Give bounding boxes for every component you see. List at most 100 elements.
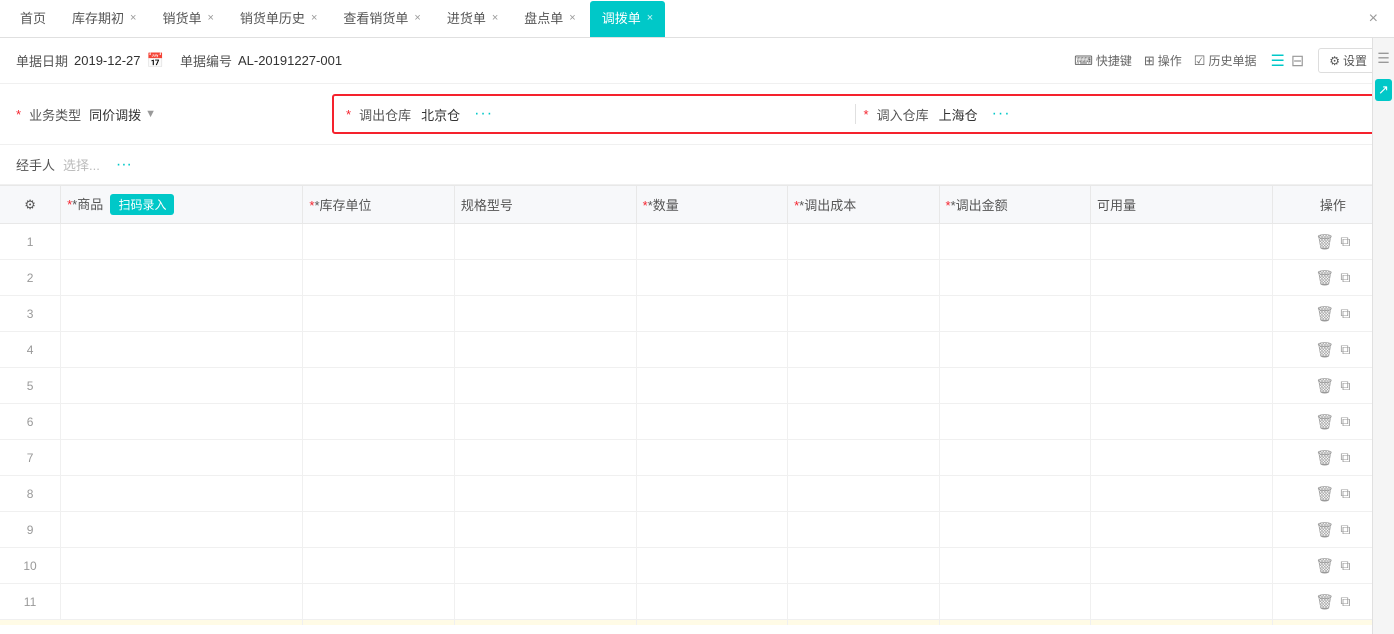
row-amount[interactable] (939, 584, 1090, 620)
row-copy-icon[interactable]: ⧉ (1340, 413, 1350, 431)
row-copy-icon[interactable]: ⧉ (1340, 305, 1350, 323)
tab-purchase[interactable]: 进货单 × (435, 1, 510, 37)
tab-inventory-init-close[interactable]: × (130, 12, 136, 24)
row-cost[interactable] (788, 584, 939, 620)
row-copy-icon[interactable]: ⧉ (1340, 521, 1350, 539)
row-copy-icon[interactable]: ⧉ (1340, 269, 1350, 287)
row-delete-icon[interactable]: 🗑 (1315, 305, 1334, 323)
row-delete-icon[interactable]: 🗑 (1315, 485, 1334, 503)
row-qty[interactable] (636, 368, 787, 404)
shortcut-button[interactable]: ⌨ 快捷键 (1074, 52, 1132, 69)
tab-sales-order-close[interactable]: × (207, 12, 213, 24)
scan-button[interactable]: 扫码录入 (110, 194, 174, 215)
tab-sales-history[interactable]: 销货单历史 × (228, 1, 329, 37)
row-amount[interactable] (939, 548, 1090, 584)
row-delete-icon[interactable]: 🗑 (1315, 341, 1334, 359)
row-qty[interactable] (636, 224, 787, 260)
tab-home[interactable]: 首页 (8, 1, 58, 37)
row-copy-icon[interactable]: ⧉ (1340, 377, 1350, 395)
tab-inventory-check-close[interactable]: × (569, 12, 575, 24)
layout-list-icon[interactable]: ☰ (1268, 51, 1286, 71)
operation-button[interactable]: ⊞ 操作 (1144, 52, 1182, 69)
row-amount[interactable] (939, 512, 1090, 548)
row-product[interactable] (61, 584, 303, 620)
row-cost[interactable] (788, 440, 939, 476)
tab-inventory-check[interactable]: 盘点单 × (512, 1, 587, 37)
layout-grid-icon[interactable]: ⊟ (1289, 51, 1306, 71)
row-qty[interactable] (636, 260, 787, 296)
tab-inventory-init[interactable]: 库存期初 × (60, 1, 148, 37)
row-cost[interactable] (788, 548, 939, 584)
row-qty[interactable] (636, 404, 787, 440)
tab-sales-order[interactable]: 销货单 × (150, 1, 225, 37)
person-more-icon[interactable]: ··· (116, 156, 132, 174)
sidebar-export-icon[interactable]: ↗ (1375, 79, 1392, 101)
row-amount[interactable] (939, 296, 1090, 332)
tab-view-sales[interactable]: 查看销货单 × (331, 1, 432, 37)
row-copy-icon[interactable]: ⧉ (1340, 341, 1350, 359)
row-product[interactable] (61, 296, 303, 332)
history-button[interactable]: ☑ 历史单据 (1194, 52, 1257, 69)
row-qty[interactable] (636, 512, 787, 548)
row-cost[interactable] (788, 260, 939, 296)
table-header-gear[interactable]: ⚙ (0, 186, 61, 224)
calendar-icon[interactable]: 📅 (147, 52, 164, 69)
transfer-out-more-icon[interactable]: ··· (466, 105, 501, 123)
row-copy-icon[interactable]: ⧉ (1340, 233, 1350, 251)
row-qty[interactable] (636, 332, 787, 368)
row-cost[interactable] (788, 368, 939, 404)
row-product[interactable] (61, 224, 303, 260)
row-product[interactable] (61, 404, 303, 440)
row-product[interactable] (61, 332, 303, 368)
row-delete-icon[interactable]: 🗑 (1315, 269, 1334, 287)
row-qty[interactable] (636, 296, 787, 332)
sidebar-list-icon[interactable]: ☰ (1373, 46, 1394, 71)
setting-button[interactable]: ⚙ 设置 (1318, 48, 1378, 73)
row-cost[interactable] (788, 296, 939, 332)
row-available (1090, 404, 1272, 440)
row-amount[interactable] (939, 332, 1090, 368)
row-product[interactable] (61, 440, 303, 476)
row-delete-icon[interactable]: 🗑 (1315, 233, 1334, 251)
row-cost[interactable] (788, 332, 939, 368)
row-delete-icon[interactable]: 🗑 (1315, 377, 1334, 395)
row-product[interactable] (61, 548, 303, 584)
row-qty[interactable] (636, 548, 787, 584)
row-product[interactable] (61, 260, 303, 296)
row-copy-icon[interactable]: ⧉ (1340, 449, 1350, 467)
business-type-dropdown-icon: ▼ (145, 108, 156, 120)
row-product[interactable] (61, 512, 303, 548)
row-amount[interactable] (939, 260, 1090, 296)
row-delete-icon[interactable]: 🗑 (1315, 521, 1334, 539)
row-cost[interactable] (788, 476, 939, 512)
row-delete-icon[interactable]: 🗑 (1315, 593, 1334, 611)
tab-sales-history-close[interactable]: × (311, 12, 317, 24)
person-select[interactable]: 选择... (63, 155, 100, 174)
row-amount[interactable] (939, 368, 1090, 404)
row-amount[interactable] (939, 224, 1090, 260)
row-copy-icon[interactable]: ⧉ (1340, 485, 1350, 503)
row-amount[interactable] (939, 440, 1090, 476)
tab-view-sales-close[interactable]: × (414, 12, 420, 24)
row-delete-icon[interactable]: 🗑 (1315, 413, 1334, 431)
row-delete-icon[interactable]: 🗑 (1315, 557, 1334, 575)
close-all-button[interactable]: × (1361, 10, 1386, 28)
row-delete-icon[interactable]: 🗑 (1315, 449, 1334, 467)
row-qty[interactable] (636, 476, 787, 512)
tab-purchase-close[interactable]: × (492, 12, 498, 24)
tab-transfer[interactable]: 调拨单 × (590, 1, 665, 37)
business-type-select[interactable]: 同价调拨 ▼ (89, 105, 156, 124)
row-cost[interactable] (788, 224, 939, 260)
row-amount[interactable] (939, 476, 1090, 512)
row-copy-icon[interactable]: ⧉ (1340, 593, 1350, 611)
row-qty[interactable] (636, 440, 787, 476)
row-cost[interactable] (788, 404, 939, 440)
tab-transfer-close[interactable]: × (647, 12, 653, 24)
row-product[interactable] (61, 476, 303, 512)
row-product[interactable] (61, 368, 303, 404)
row-qty[interactable] (636, 584, 787, 620)
row-amount[interactable] (939, 404, 1090, 440)
row-copy-icon[interactable]: ⧉ (1340, 557, 1350, 575)
row-cost[interactable] (788, 512, 939, 548)
transfer-in-more-icon[interactable]: ··· (984, 105, 1019, 123)
